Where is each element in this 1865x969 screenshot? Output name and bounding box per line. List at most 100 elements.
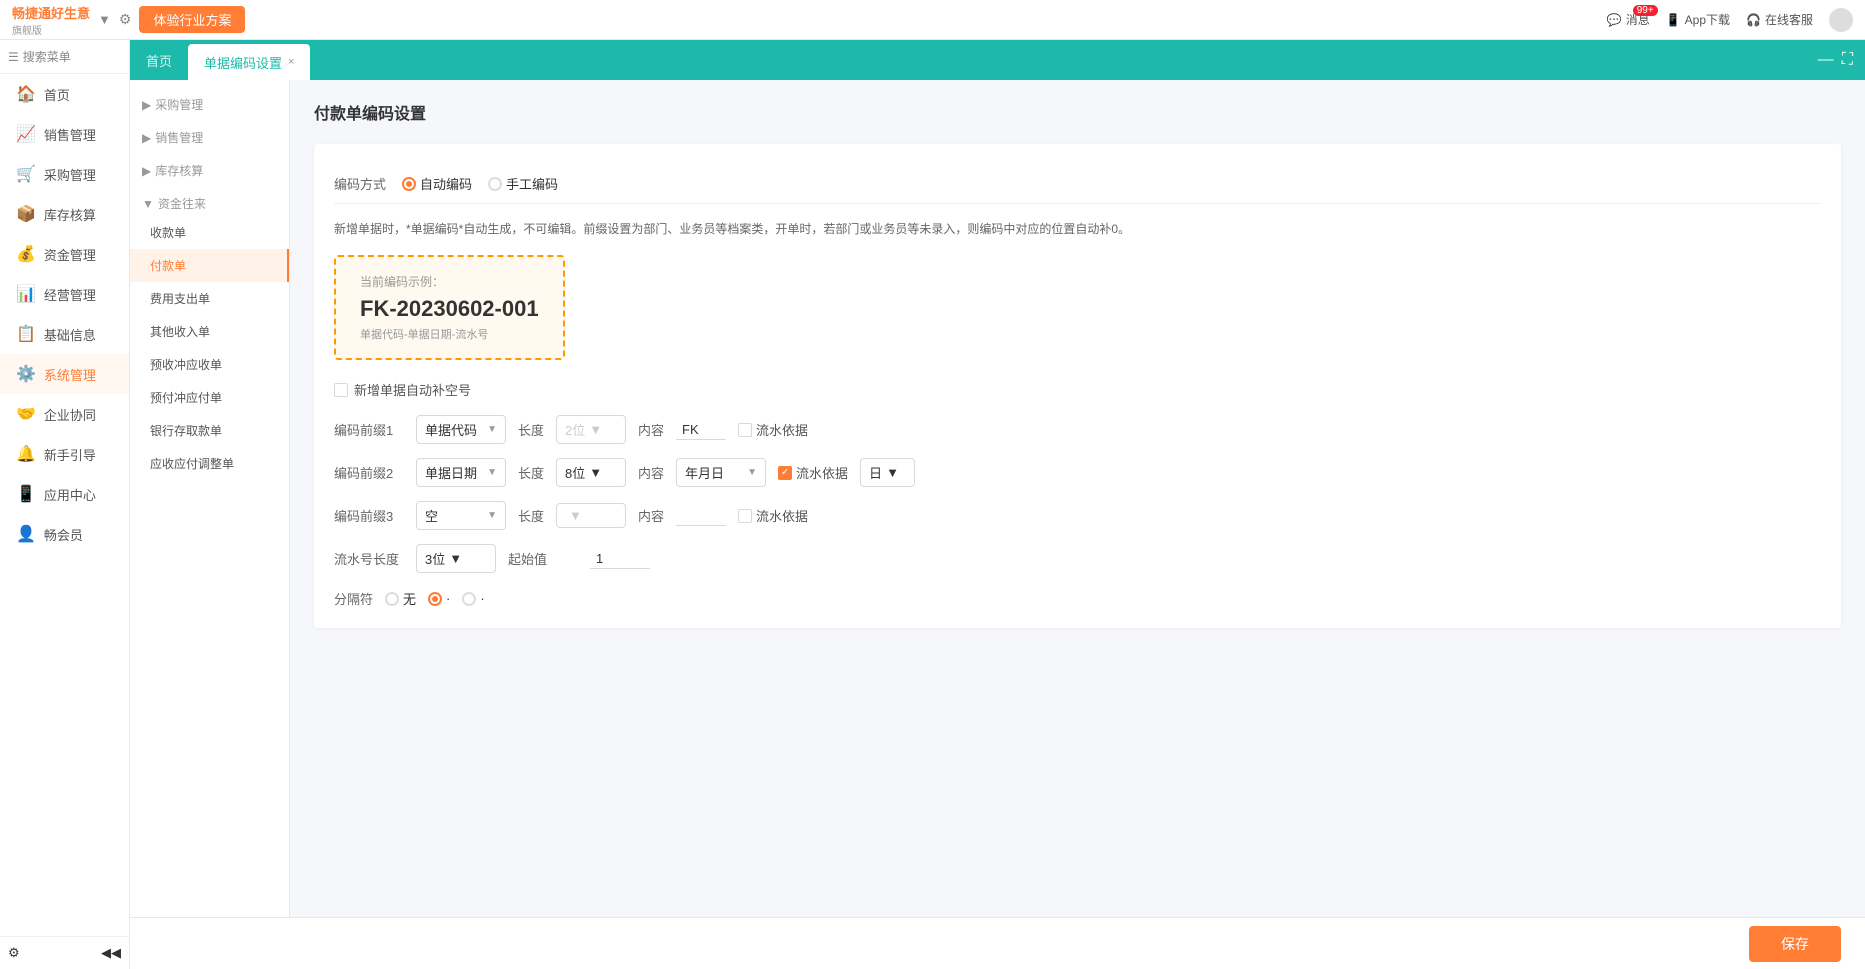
search-menu-button[interactable]: ☰ 搜索菜单 [0,40,129,74]
auto-encoding-radio[interactable]: 自动编码 [402,174,472,193]
preview-label: 当前编码示例： [360,273,539,290]
stream2-checkbox[interactable]: ✓ [778,466,792,480]
content3-input[interactable] [676,506,726,526]
save-button[interactable]: 保存 [1749,926,1841,962]
sub-sidebar-item-other-income[interactable]: 其他收入单 [130,315,289,348]
member-icon: 👤 [16,524,36,544]
online-service-button[interactable]: 🎧 在线客服 [1746,11,1813,28]
length3-select[interactable]: ▼ [556,503,626,528]
sidebar-item-finance[interactable]: 💰 资金管理 [0,234,129,274]
length2-select[interactable]: 8位 ▼ [556,458,626,487]
message-icon: 💬 [1607,13,1622,27]
separator-none-radio[interactable]: 无 [385,589,416,608]
sub-sidebar-group-inventory: ▶ 库存核算 [130,154,289,183]
prefix2-select[interactable]: 单据日期 ▼ [416,458,506,487]
main-layout: ☰ 搜索菜单 🏠 首页 📈 销售管理 🛒 采购管理 📦 库存核算 💰 资金管理 … [0,40,1865,969]
sidebar-item-enterprise[interactable]: 🤝 企业协同 [0,394,129,434]
expand-arrow-icon[interactable]: ▼ [98,12,111,27]
message-badge: 99+ [1633,5,1658,16]
sidebar-item-system[interactable]: ⚙️ 系统管理 [0,354,129,394]
sales-icon: 📈 [16,124,36,144]
separator-dot-radio[interactable]: · [428,591,450,606]
auto-fill-checkbox[interactable] [334,383,348,397]
sub-sidebar-group-purchase-title[interactable]: ▶ 采购管理 [130,88,289,117]
stream3-checkbox[interactable] [738,509,752,523]
sidebar-item-basic[interactable]: 📋 基础信息 [0,314,129,354]
stream1-checkbox-group: 流水依据 [738,420,808,439]
top-bar: 畅捷通好生意 旗舰版 ▼ ⚙ 体验行业方案 💬 消息 99+ 📱 App下载 🎧… [0,0,1865,40]
prefix3-select[interactable]: 空 ▼ [416,501,506,530]
sub-sidebar-item-payment[interactable]: 付款单 [130,249,289,282]
length3-arrow: ▼ [569,508,582,523]
sub-sidebar-item-bank[interactable]: 银行存取款单 [130,414,289,447]
sub-sidebar-group-inventory-title[interactable]: ▶ 库存核算 [130,154,289,183]
content1-input[interactable] [676,420,726,440]
prefix3-label: 编码前缀3 [334,506,404,525]
sidebar-item-apps[interactable]: 📱 应用中心 [0,474,129,514]
settings-gear-icon[interactable]: ⚙ [119,11,132,28]
sub-sidebar-group-sales-title[interactable]: ▶ 销售管理 [130,121,289,150]
sidebar-item-purchase[interactable]: 🛒 采购管理 [0,154,129,194]
length1-arrow: ▼ [589,422,602,437]
prefix1-select[interactable]: 单据代码 ▼ [416,415,506,444]
main-area: 首页 单据编码设置 × — ⛶ ▶ 采购管理 [130,40,1865,969]
encoding-method-section: 编码方式 自动编码 手工编码 [334,164,1821,204]
config-row-2: 编码前缀2 单据日期 ▼ 长度 8位 ▼ 内容 年月日 [334,458,1821,487]
expand-arrow-icon: ▶ [142,98,151,112]
window-minimize-icon[interactable]: — [1818,51,1834,69]
tab-encoding-settings[interactable]: 单据编码设置 × [188,44,310,80]
sub-sidebar-item-receipt[interactable]: 收款单 [130,216,289,249]
length3-label: 长度 [518,506,544,525]
sidebar-item-member[interactable]: 👤 畅会员 [0,514,129,554]
inventory-icon: 📦 [16,204,36,224]
page-content: 付款单编码设置 编码方式 自动编码 手工编码 [290,80,1865,917]
tab-home[interactable]: 首页 [130,40,188,80]
serial-start-input[interactable] [590,549,650,569]
sidebar-item-guide[interactable]: 🔔 新手引导 [0,434,129,474]
content2-select[interactable]: 年月日 ▼ [676,458,766,487]
sub-sidebar-item-prepay-receivable[interactable]: 预收冲应收单 [130,348,289,381]
bottom-bar: 保存 [130,917,1865,969]
length1-select[interactable]: 2位 ▼ [556,415,626,444]
message-button[interactable]: 💬 消息 99+ [1607,11,1650,28]
separator-dot-checked [428,592,442,606]
system-icon: ⚙️ [16,364,36,384]
settings-bottom-icon[interactable]: ⚙ [8,945,20,961]
window-maximize-icon[interactable]: ⛶ [1842,51,1853,69]
sidebar-item-operation[interactable]: 📊 经营管理 [0,274,129,314]
user-avatar[interactable] [1829,8,1853,32]
tab-close-icon[interactable]: × [288,56,294,68]
serial-row: 流水号长度 3位 ▼ 起始值 [334,544,1821,573]
serial-length-arrow: ▼ [449,551,462,566]
separator-dash-radio[interactable]: · [462,591,484,606]
stream1-checkbox[interactable] [738,423,752,437]
sub-sidebar-item-expense[interactable]: 费用支出单 [130,282,289,315]
manual-encoding-radio[interactable]: 手工编码 [488,174,558,193]
finance-icon: 💰 [16,244,36,264]
guide-icon: 🔔 [16,444,36,464]
collapse-sidebar-icon[interactable]: ◀◀ [101,945,121,961]
apps-icon: 📱 [16,484,36,504]
auto-fill-label: 新增单据自动补空号 [354,380,471,399]
auto-encoding-radio-dot [402,177,416,191]
sidebar-item-inventory[interactable]: 📦 库存核算 [0,194,129,234]
stream1-label: 流水依据 [756,420,808,439]
stream3-label: 流水依据 [756,506,808,525]
sidebar-item-home[interactable]: 🏠 首页 [0,74,129,114]
sub-sidebar-item-adjustment[interactable]: 应收应付调整单 [130,447,289,480]
collapse-arrow-icon: ▼ [142,197,154,211]
industry-solution-button[interactable]: 体验行业方案 [139,6,245,33]
length2-arrow: ▼ [589,465,602,480]
app-download-button[interactable]: 📱 App下载 [1666,11,1730,28]
expand-arrow-icon: ▶ [142,131,151,145]
sub-sidebar-item-prepay-payable[interactable]: 预付冲应付单 [130,381,289,414]
sidebar-item-sales[interactable]: 📈 销售管理 [0,114,129,154]
encoding-method-label: 编码方式 [334,174,386,193]
day-select[interactable]: 日 ▼ [860,458,915,487]
app-download-icon: 📱 [1666,13,1681,27]
separator-dash-dot [462,592,476,606]
settings-card: 编码方式 自动编码 手工编码 [314,144,1841,628]
sub-sidebar-group-finance-title[interactable]: ▼ 资金往来 [130,187,289,216]
serial-length-select[interactable]: 3位 ▼ [416,544,496,573]
config-row-3: 编码前缀3 空 ▼ 长度 ▼ 内容 [334,501,1821,530]
